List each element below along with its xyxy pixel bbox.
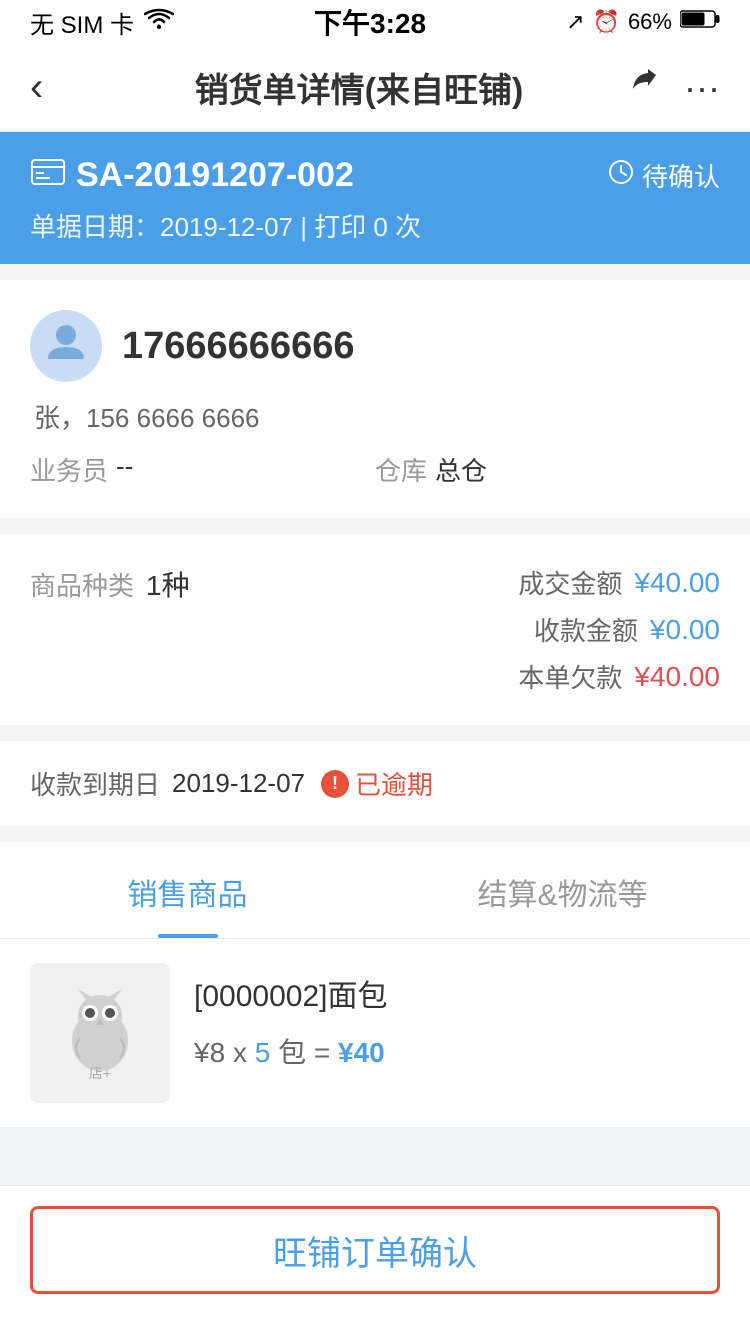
confirm-bar: 旺铺订单确认 <box>0 1185 750 1334</box>
tabs-container: 销售商品 结算&物流等 <box>0 842 750 1127</box>
warehouse-label: 仓库 <box>375 451 427 488</box>
warehouse-value: 总仓 <box>435 451 487 488</box>
tabs: 销售商品 结算&物流等 <box>0 842 750 939</box>
price-per-unit: ¥8 <box>194 1037 225 1068</box>
product-unit: 包 <box>278 1037 306 1068</box>
location-icon: ↗ <box>566 9 584 35</box>
salesperson-field: 业务员 -- <box>30 451 375 488</box>
more-icon[interactable]: ··· <box>684 67 720 109</box>
summary-card: 商品种类 1种 成交金额 ¥40.00 收款金额 ¥0.00 本单欠款 ¥40.… <box>0 534 750 725</box>
arrears-amount-value: ¥40.00 <box>634 661 720 693</box>
product-name: [0000002]面包 <box>194 971 720 1015</box>
order-meta: 单据日期：2019-12-07 | 打印 0 次 <box>30 207 720 244</box>
arrears-amount-label: 本单欠款 <box>518 658 622 695</box>
nav-actions: ··· <box>628 65 720 110</box>
transaction-amount-value: ¥40.00 <box>634 567 720 599</box>
salesperson-value: -- <box>116 451 133 488</box>
sim-status: 无 SIM 卡 <box>30 5 134 40</box>
transaction-amount-label: 成交金额 <box>518 564 622 601</box>
due-date-label: 收款到期日 <box>30 765 160 802</box>
warehouse-field: 仓库 总仓 <box>375 451 720 488</box>
overdue-text: 已逾期 <box>355 765 433 802</box>
payment-amount-value: ¥0.00 <box>650 614 720 646</box>
avatar <box>30 310 102 382</box>
order-status: 待确认 <box>608 157 720 194</box>
price-multiply: x <box>233 1037 255 1068</box>
battery-icon <box>680 9 720 35</box>
product-total: ¥40 <box>338 1037 385 1068</box>
alarm-icon: ⏰ <box>593 9 620 35</box>
wifi-icon <box>144 8 174 37</box>
customer-card: 17666666666 张，156 6666 6666 业务员 -- 仓库 总仓 <box>0 280 750 518</box>
confirm-order-button[interactable]: 旺铺订单确认 <box>30 1206 720 1294</box>
payment-amount-row: 收款金额 ¥0.00 <box>534 611 720 648</box>
price-equals: = <box>314 1037 338 1068</box>
salesperson-label: 业务员 <box>30 451 108 488</box>
tab-settlement-logistics[interactable]: 结算&物流等 <box>375 842 750 938</box>
status-left: 无 SIM 卡 <box>30 5 174 40</box>
product-list: 店+ [0000002]面包 ¥8 x 5 包 = ¥40 <box>0 939 750 1127</box>
product-types-field: 商品种类 1种 <box>30 564 375 604</box>
customer-extra: 业务员 -- 仓库 总仓 <box>30 451 720 488</box>
user-icon <box>44 319 88 373</box>
tab-sales-products[interactable]: 销售商品 <box>0 842 375 938</box>
nav-bar: ‹ 销货单详情(来自旺铺) ··· <box>0 44 750 132</box>
share-icon[interactable] <box>628 65 664 110</box>
svg-text:店+: 店+ <box>89 1065 111 1081</box>
product-types-value: 1种 <box>146 564 190 604</box>
arrears-amount-row: 本单欠款 ¥40.00 <box>518 658 720 695</box>
status-bar: 无 SIM 卡 下午3:28 ↗ ⏰ 66% <box>0 0 750 44</box>
status-right: ↗ ⏰ 66% <box>566 9 720 35</box>
due-date-card: 收款到期日 2019-12-07 ! 已逾期 <box>0 741 750 826</box>
clock-icon <box>608 159 634 192</box>
due-date-value: 2019-12-07 <box>172 768 305 799</box>
back-button[interactable]: ‹ <box>30 65 90 110</box>
product-types-label: 商品种类 <box>30 566 134 603</box>
order-header-card: SA-20191207-002 待确认 单据日期：2019-12-07 | 打印… <box>0 132 750 264</box>
overdue-icon: ! <box>321 770 349 798</box>
product-info: [0000002]面包 ¥8 x 5 包 = ¥40 <box>194 963 720 1071</box>
payment-amount-label: 收款金额 <box>534 611 638 648</box>
customer-phone: 17666666666 <box>122 325 354 368</box>
transaction-amount-row: 成交金额 ¥40.00 <box>518 564 720 601</box>
product-price: ¥8 x 5 包 = ¥40 <box>194 1031 720 1071</box>
status-time: 下午3:28 <box>314 2 426 42</box>
overdue-badge: ! 已逾期 <box>321 765 433 802</box>
product-item: 店+ [0000002]面包 ¥8 x 5 包 = ¥40 <box>30 963 720 1103</box>
order-icon <box>30 156 66 195</box>
battery-percentage: 66% <box>628 9 672 35</box>
page-title: 销货单详情(来自旺铺) <box>195 63 524 112</box>
product-quantity: 5 <box>255 1037 271 1068</box>
order-number: SA-20191207-002 <box>30 156 354 195</box>
product-thumbnail: 店+ <box>30 963 170 1103</box>
customer-name: 张，156 6666 6666 <box>30 398 720 435</box>
